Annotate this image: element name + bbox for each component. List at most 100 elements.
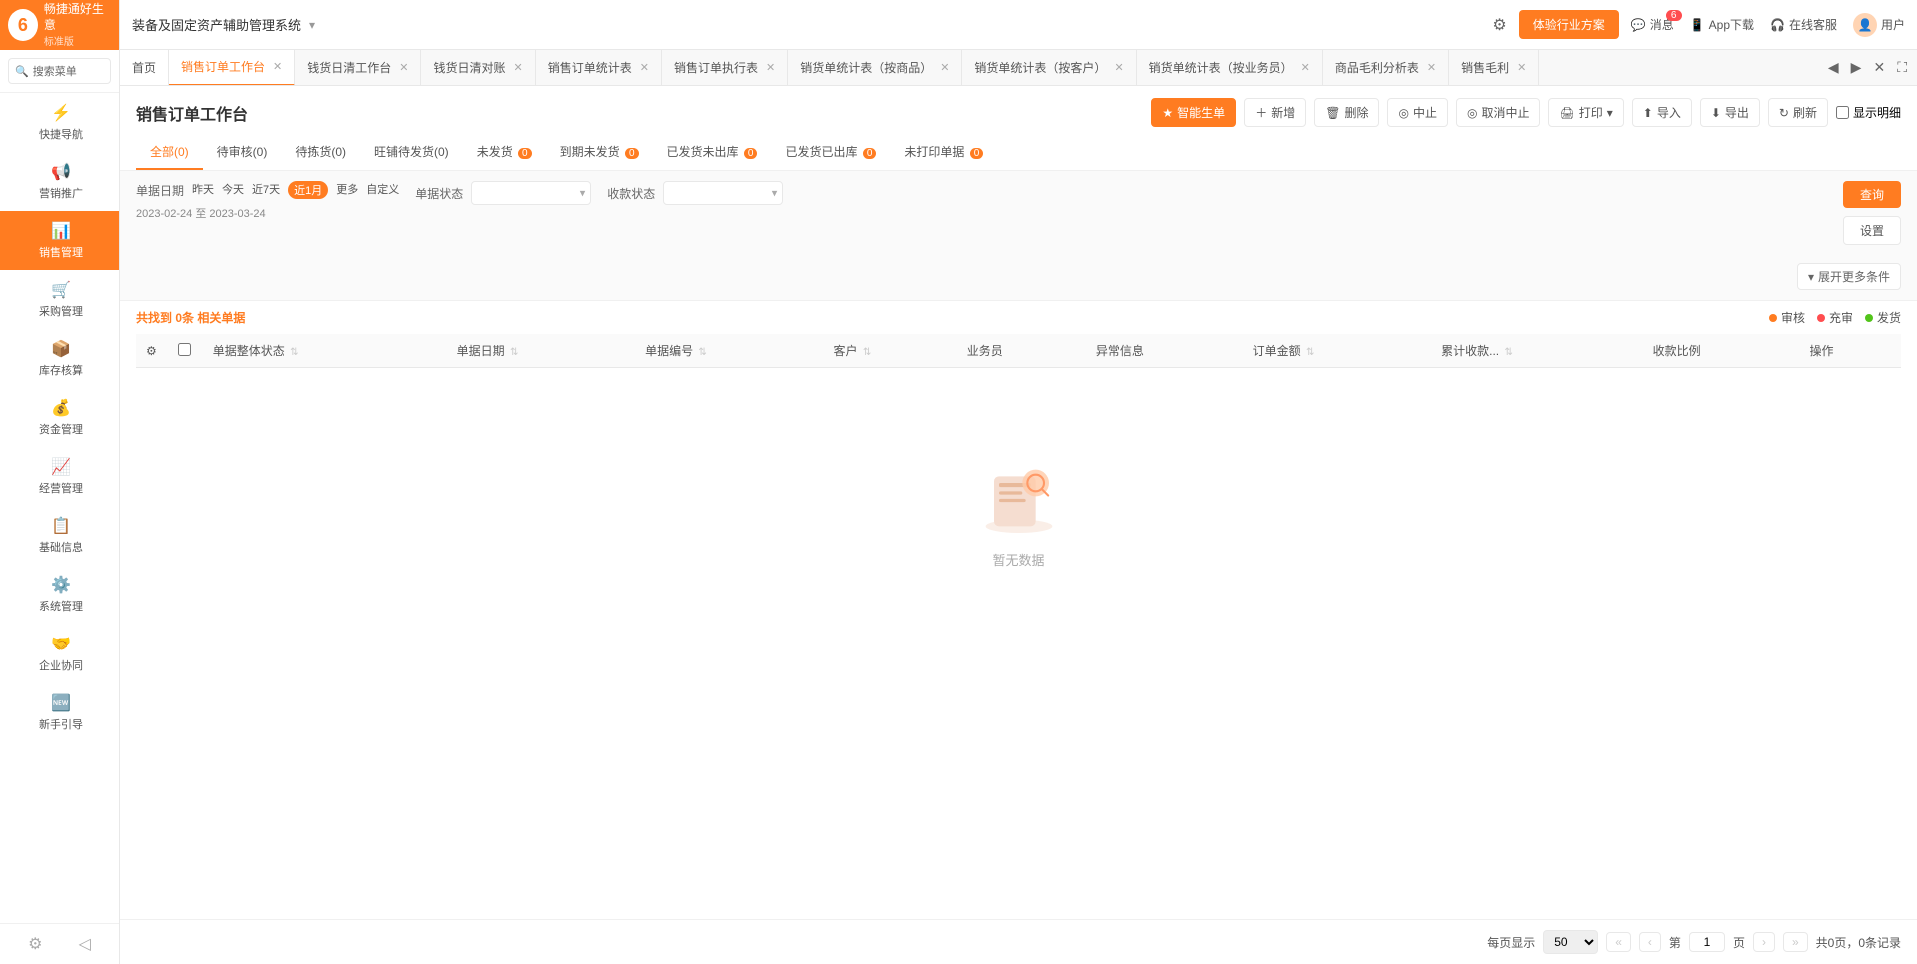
delete-button[interactable]: 🗑 删除 [1314,98,1379,127]
ship-action[interactable]: 发货 [1865,309,1901,326]
sidebar-item-finance[interactable]: 💰 资金管理 [0,388,119,447]
date-opt-yesterday[interactable]: 昨天 [192,181,214,199]
subtab-pending-review[interactable]: 待审核(0) [203,135,282,170]
search-menu-button[interactable]: 🔍 搜索菜单 [8,58,111,84]
subtab-shipped-not-out[interactable]: 已发货未出库 0 [653,135,772,170]
topbar-settings-button[interactable]: ⚙ [1492,15,1506,35]
tab-goods-margin-close[interactable]: ✕ [1427,61,1436,74]
next-page-button[interactable]: › [1753,932,1775,952]
col-customer[interactable]: 客户 ⇅ [824,334,957,368]
sidebar-item-quick-nav[interactable]: ⚡ 快捷导航 [0,93,119,152]
tab-goods-stats-customer[interactable]: 销货单统计表（按客户） ✕ [962,50,1136,86]
cancel-stop-button[interactable]: ◎ 取消中止 [1456,98,1541,127]
last-page-button[interactable]: » [1783,932,1808,952]
sidebar-item-system[interactable]: ⚙️ 系统管理 [0,565,119,624]
sidebar-settings-button[interactable]: ⚙ [28,934,42,954]
page-suffix: 页 [1733,934,1745,951]
add-button[interactable]: ＋ 新增 [1244,98,1306,127]
revoke-action[interactable]: 充审 [1817,309,1853,326]
prev-page-button[interactable]: ‹ [1639,932,1661,952]
tab-goods-margin[interactable]: 商品毛利分析表 ✕ [1323,50,1449,86]
first-page-button[interactable]: « [1606,932,1631,952]
tab-sales-tab-more[interactable]: 销售毛利 ✕ [1449,50,1539,86]
online-support-button[interactable]: 🎧 在线客服 [1770,16,1837,33]
sidebar-collapse-button[interactable]: ◁ [79,934,91,954]
set-button[interactable]: 设置 [1843,216,1901,245]
quick-nav-icon: ⚡ [51,103,71,123]
date-opt-today[interactable]: 今天 [222,181,244,199]
tab-sales-workbench-close[interactable]: ✕ [273,60,282,73]
tab-close-all[interactable]: ✕ [1869,57,1889,78]
sidebar-item-cooperation[interactable]: 🤝 企业协同 [0,624,119,683]
smart-create-button[interactable]: ★ 智能生单 [1151,98,1236,127]
subtab-wangpu[interactable]: 旺铺待发货(0) [360,135,463,170]
tab-goods-stats-staff-close[interactable]: ✕ [1301,61,1310,74]
user-menu-button[interactable]: 👤 用户 [1853,13,1905,37]
col-collected[interactable]: 累计收款... ⇅ [1431,334,1643,368]
col-date[interactable]: 单据日期 ⇅ [447,334,635,368]
sidebar-item-operation[interactable]: 📈 经营管理 [0,447,119,506]
tab-goods-stats-product-close[interactable]: ✕ [940,61,949,74]
status-select[interactable] [471,181,591,205]
subtab-all[interactable]: 全部(0) [136,135,203,170]
tab-maximize[interactable]: ⛶ [1893,57,1911,78]
sidebar-item-basic[interactable]: 📋 基础信息 [0,506,119,565]
expand-filter-button[interactable]: ▾ 展开更多条件 [1797,263,1901,290]
subtab-not-printed[interactable]: 未打印单据 0 [890,135,997,170]
subtab-pending-inspect[interactable]: 待拣货(0) [281,135,360,170]
message-button[interactable]: 💬 消息 6 [1631,16,1674,33]
tab-cash-reconcile-close[interactable]: ✕ [514,61,523,74]
show-detail-checkbox[interactable]: 显示明细 [1836,104,1901,121]
select-all-checkbox[interactable] [178,343,191,356]
import-button[interactable]: ⬆ 导入 [1632,98,1692,127]
date-opt-7days[interactable]: 近7天 [252,181,280,199]
tab-cash-daily[interactable]: 钱货日清工作台 ✕ [295,50,421,86]
export-button[interactable]: ⬇ 导出 [1700,98,1760,127]
date-opt-custom[interactable]: 自定义 [366,181,399,199]
col-checkbox[interactable] [167,334,203,368]
tab-nav-next[interactable]: ▶ [1847,57,1866,78]
tab-cash-reconcile[interactable]: 钱货日清对账 ✕ [421,50,535,86]
sidebar-item-purchase[interactable]: 🛒 采购管理 [0,270,119,329]
sidebar-item-marketing[interactable]: 📢 营销推广 [0,152,119,211]
show-detail-input[interactable] [1836,106,1849,119]
tab-sales-workbench[interactable]: 销售订单工作台 ✕ [169,50,295,86]
subtab-expired-not-shipped[interactable]: 到期未发货 0 [546,135,653,170]
sidebar-item-sales[interactable]: 📊 销售管理 [0,211,119,270]
query-button[interactable]: 查询 [1843,181,1901,208]
col-amount[interactable]: 订单金额 ⇅ [1243,334,1431,368]
sidebar-item-label: 系统管理 [39,598,83,614]
tab-goods-stats-customer-close[interactable]: ✕ [1114,61,1123,74]
tab-goods-stats-staff[interactable]: 销货单统计表（按业务员） ✕ [1137,50,1323,86]
tab-sales-exec-close[interactable]: ✕ [766,61,775,74]
tab-home[interactable]: 首页 [120,50,169,86]
subtab-not-shipped[interactable]: 未发货 0 [463,135,546,170]
message-badge: 6 [1666,10,1682,21]
tab-cash-daily-close[interactable]: ✕ [399,61,408,74]
page-size-select[interactable]: 10 20 50 100 [1543,930,1598,954]
tab-nav-prev[interactable]: ◀ [1824,57,1843,78]
tab-goods-stats-product[interactable]: 销货单统计表（按商品） ✕ [788,50,962,86]
sales-icon: 📊 [51,221,71,241]
print-button[interactable]: 🖨 打印 ▾ [1548,98,1623,127]
subtab-shipped-out[interactable]: 已发货已出库 0 [771,135,890,170]
app-download-button[interactable]: 📱 App下载 [1690,16,1754,33]
col-number[interactable]: 单据编号 ⇅ [635,334,823,368]
tab-sales-exec[interactable]: 销售订单执行表 ✕ [662,50,788,86]
date-opt-1month[interactable]: 近1月 [288,181,328,199]
sidebar-item-guide[interactable]: 🆕 新手引导 [0,683,119,742]
tab-sales-stats-close[interactable]: ✕ [640,61,649,74]
review-action[interactable]: 审核 [1769,309,1805,326]
tab-sales-stats[interactable]: 销售订单统计表 ✕ [536,50,662,86]
payment-select[interactable] [663,181,783,205]
sidebar-item-inventory[interactable]: 📦 库存核算 [0,329,119,388]
date-opt-more[interactable]: 更多 [336,181,358,199]
industry-solution-button[interactable]: 体验行业方案 [1519,10,1619,39]
marketing-icon: 📢 [51,162,71,182]
col-settings[interactable]: ⚙ [136,334,167,368]
page-number-input[interactable] [1689,932,1725,952]
tab-sales-tab-more-close[interactable]: ✕ [1517,61,1526,74]
stop-button[interactable]: ◎ 中止 [1387,98,1448,127]
review-label: 审核 [1781,309,1805,326]
refresh-button[interactable]: ↻ 刷新 [1768,98,1828,127]
